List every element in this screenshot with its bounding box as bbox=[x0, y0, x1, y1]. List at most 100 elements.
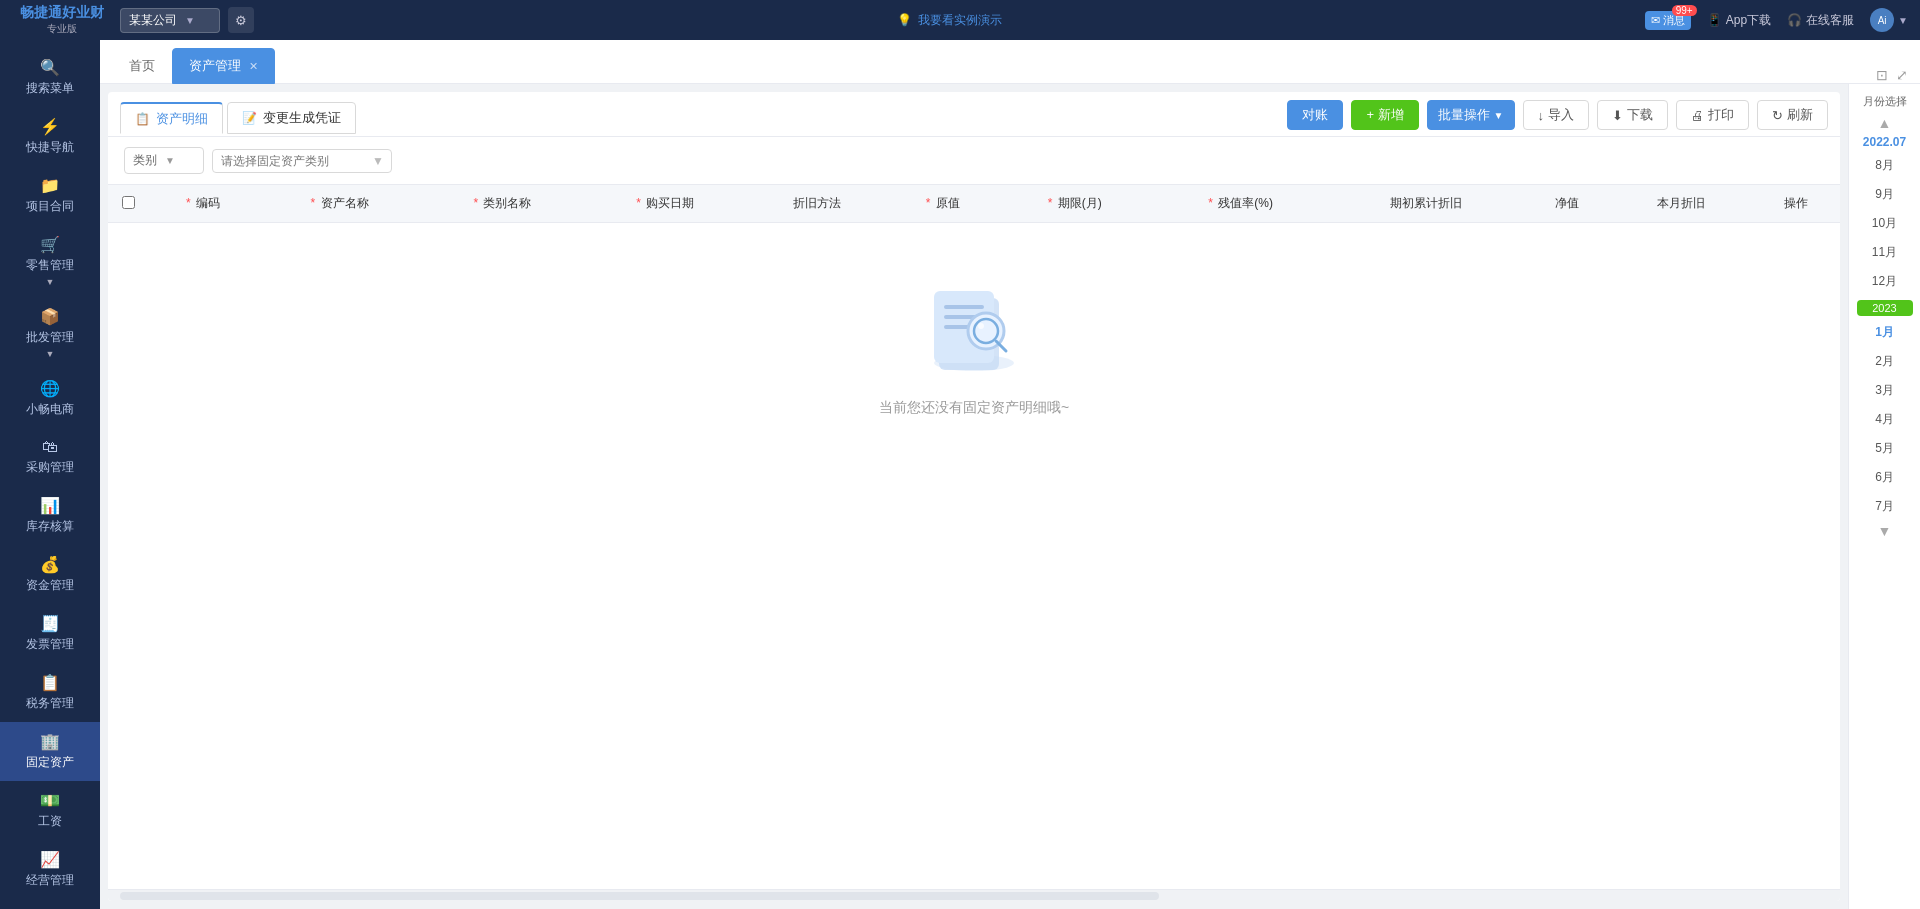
sidebar-item-ecommerce[interactable]: 🌐 小畅电商 bbox=[0, 369, 100, 428]
sub-tab-change-voucher-label: 变更生成凭证 bbox=[263, 109, 341, 127]
message-icon: ✉ bbox=[1651, 14, 1660, 26]
refresh-button[interactable]: ↻ 刷新 bbox=[1757, 100, 1828, 130]
month-7[interactable]: 7月 bbox=[1857, 493, 1913, 520]
empty-icon bbox=[914, 263, 1034, 383]
top-bar-right: ✉ 消息 99+ 📱 App下载 🎧 在线客服 Ai ▼ bbox=[1645, 8, 1908, 32]
sidebar-label-operations: 经营管理 bbox=[26, 872, 74, 889]
month-1[interactable]: 1月 bbox=[1857, 319, 1913, 346]
svg-point-9 bbox=[978, 323, 984, 329]
settings-button[interactable]: ⚙ bbox=[228, 7, 254, 33]
sidebar-label-retail: 零售管理 bbox=[26, 257, 74, 274]
reconcile-label: 对账 bbox=[1302, 106, 1328, 124]
sidebar-item-search[interactable]: 🔍 搜索菜单 bbox=[0, 48, 100, 107]
add-button[interactable]: + 新增 bbox=[1351, 100, 1418, 130]
download-icon: ⬇ bbox=[1612, 108, 1623, 123]
print-button[interactable]: 🖨 打印 bbox=[1676, 100, 1749, 130]
sidebar-item-operations[interactable]: 📈 经营管理 bbox=[0, 840, 100, 899]
chevron-down-icon: ▼ bbox=[185, 15, 195, 26]
month-5[interactable]: 5月 bbox=[1857, 435, 1913, 462]
sidebar-item-wholesale[interactable]: 📦 批发管理 ▼ bbox=[0, 297, 100, 369]
sidebar-label-inventory: 库存核算 bbox=[26, 518, 74, 535]
sub-tab-asset-detail[interactable]: 📋 资产明细 bbox=[120, 102, 223, 134]
empty-state: 当前您还没有固定资产明细哦~ bbox=[108, 223, 1840, 457]
retail-icon: 🛒 bbox=[40, 235, 60, 254]
batch-button[interactable]: 批量操作 ▼ bbox=[1427, 100, 1515, 130]
tab-home[interactable]: 首页 bbox=[112, 48, 172, 84]
sidebar-label-invoice: 发票管理 bbox=[26, 636, 74, 653]
filter-toolbar: 类别 ▼ ▼ bbox=[108, 137, 1840, 185]
sidebar-item-quicknav[interactable]: ⚡ 快捷导航 bbox=[0, 107, 100, 166]
month-down-arrow[interactable]: ▼ bbox=[1875, 521, 1895, 541]
content-area: 首页 资产管理 ✕ ⊡ ⤢ 📋 资产明细 bbox=[100, 40, 1920, 909]
sub-tab-change-voucher[interactable]: 📝 变更生成凭证 bbox=[227, 102, 356, 134]
import-button[interactable]: ↓ 导入 bbox=[1523, 100, 1590, 130]
window-maximize-icon[interactable]: ⤢ bbox=[1896, 67, 1908, 83]
change-voucher-icon: 📝 bbox=[242, 111, 257, 125]
tab-asset-management[interactable]: 资产管理 ✕ bbox=[172, 48, 275, 84]
demo-icon: 💡 bbox=[897, 13, 912, 27]
window-controls: ⊡ ⤢ bbox=[1864, 67, 1920, 83]
month-up-arrow[interactable]: ▲ bbox=[1875, 113, 1895, 133]
reconcile-button[interactable]: 对账 bbox=[1287, 100, 1343, 130]
th-original-value: * 原值 bbox=[888, 185, 998, 223]
empty-text: 当前您还没有固定资产明细哦~ bbox=[879, 399, 1069, 417]
sidebar: 🔍 搜索菜单 ⚡ 快捷导航 📁 项目合同 🛒 零售管理 ▼ 📦 批发管理 ▼ 🌐… bbox=[0, 40, 100, 909]
month-2[interactable]: 2月 bbox=[1857, 348, 1913, 375]
sidebar-label-project: 项目合同 bbox=[26, 198, 74, 215]
month-10[interactable]: 10月 bbox=[1857, 210, 1913, 237]
category-select[interactable]: 类别 ▼ bbox=[124, 147, 204, 174]
asset-table: * 编码 * 资产名称 * 类别名称 bbox=[108, 185, 1840, 223]
batch-label: 批量操作 bbox=[1438, 106, 1490, 124]
sidebar-item-project[interactable]: 📁 项目合同 bbox=[0, 166, 100, 225]
invoice-icon: 🧾 bbox=[40, 614, 60, 633]
message-button[interactable]: ✉ 消息 99+ bbox=[1645, 11, 1691, 30]
tax-icon: 📋 bbox=[40, 673, 60, 692]
month-12[interactable]: 12月 bbox=[1857, 268, 1913, 295]
avatar: Ai bbox=[1870, 8, 1894, 32]
tab-asset-label: 资产管理 bbox=[189, 57, 241, 75]
sidebar-item-finance[interactable]: 💰 资金管理 bbox=[0, 545, 100, 604]
project-icon: 📁 bbox=[40, 176, 60, 195]
window-restore-icon[interactable]: ⊡ bbox=[1876, 67, 1888, 83]
phone-icon: 📱 bbox=[1707, 13, 1722, 27]
app-name: 畅捷通好业财 bbox=[20, 4, 104, 22]
online-service-button[interactable]: 🎧 在线客服 bbox=[1787, 12, 1854, 29]
month-4[interactable]: 4月 bbox=[1857, 406, 1913, 433]
month-9[interactable]: 9月 bbox=[1857, 181, 1913, 208]
tab-bar: 首页 资产管理 ✕ ⊡ ⤢ bbox=[100, 40, 1920, 84]
app-download-button[interactable]: 📱 App下载 bbox=[1707, 12, 1771, 29]
sidebar-item-tax[interactable]: 📋 税务管理 bbox=[0, 663, 100, 722]
month-selector-header: 月份选择 bbox=[1859, 88, 1911, 113]
month-8[interactable]: 8月 bbox=[1857, 152, 1913, 179]
sub-tab-asset-detail-label: 资产明细 bbox=[156, 110, 208, 128]
sub-tab-bar: 📋 资产明细 📝 变更生成凭证 对账 + 新增 bbox=[108, 92, 1840, 137]
sidebar-item-salary[interactable]: 💵 工资 bbox=[0, 781, 100, 840]
filter-left: 类别 ▼ ▼ bbox=[124, 147, 392, 174]
current-year-month[interactable]: 2022.07 bbox=[1859, 133, 1910, 151]
sidebar-label-ecommerce: 小畅电商 bbox=[26, 401, 74, 418]
sidebar-item-purchase[interactable]: 🛍 采购管理 bbox=[0, 428, 100, 486]
tab-close-icon[interactable]: ✕ bbox=[249, 60, 258, 73]
sidebar-item-ledger[interactable]: 📒 总账管理 bbox=[0, 899, 100, 909]
bottom-scrollbar[interactable] bbox=[108, 889, 1840, 901]
month-6[interactable]: 6月 bbox=[1857, 464, 1913, 491]
service-icon: 🎧 bbox=[1787, 13, 1802, 27]
select-all-checkbox[interactable] bbox=[122, 196, 135, 209]
inventory-icon: 📊 bbox=[40, 496, 60, 515]
download-button[interactable]: ⬇ 下载 bbox=[1597, 100, 1668, 130]
company-selector[interactable]: 某某公司 ▼ bbox=[120, 8, 220, 33]
top-bar: 畅捷通好业财 专业版 某某公司 ▼ ⚙ 💡 我要看实例演示 ✉ 消息 99+ 📱… bbox=[0, 0, 1920, 40]
month-3[interactable]: 3月 bbox=[1857, 377, 1913, 404]
sidebar-item-fixed-assets[interactable]: 🏢 固定资产 bbox=[0, 722, 100, 781]
top-bar-center: 💡 我要看实例演示 bbox=[897, 12, 1002, 29]
month-11[interactable]: 11月 bbox=[1857, 239, 1913, 266]
sidebar-item-retail[interactable]: 🛒 零售管理 ▼ bbox=[0, 225, 100, 297]
sidebar-label-purchase: 采购管理 bbox=[26, 459, 74, 476]
sidebar-item-invoice[interactable]: 🧾 发票管理 bbox=[0, 604, 100, 663]
category-input[interactable] bbox=[212, 149, 392, 173]
demo-text[interactable]: 我要看实例演示 bbox=[918, 12, 1002, 29]
sidebar-item-inventory[interactable]: 📊 库存核算 bbox=[0, 486, 100, 545]
th-monthly-depreciation: 本月折旧 bbox=[1611, 185, 1752, 223]
month-selector-title: 月份选择 bbox=[1863, 95, 1907, 107]
user-avatar[interactable]: Ai ▼ bbox=[1870, 8, 1908, 32]
